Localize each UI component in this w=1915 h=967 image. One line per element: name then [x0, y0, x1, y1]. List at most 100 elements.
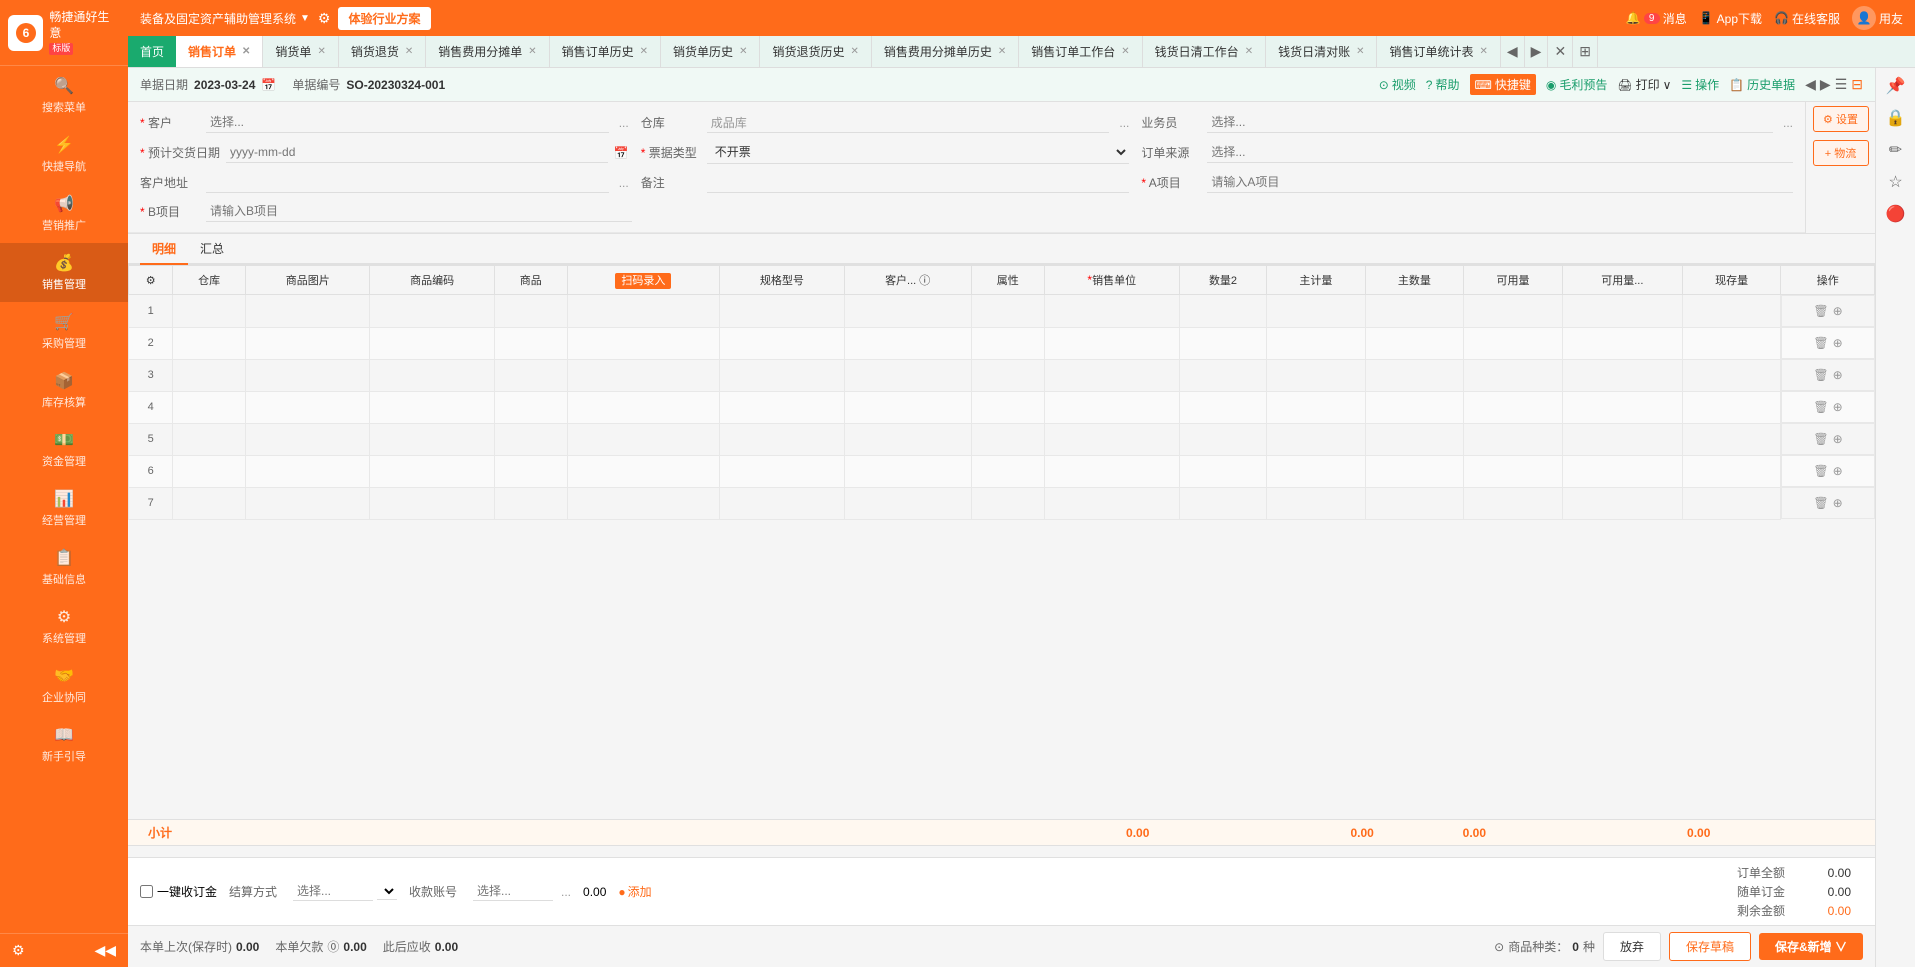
tab-sales-return[interactable]: 销货退货 ✕	[339, 36, 426, 67]
tab-sales-order[interactable]: 销售订单 ✕	[176, 36, 263, 67]
profit-link[interactable]: ◉ 毛利预告	[1546, 76, 1608, 93]
tab-close-icon[interactable]: ✕	[405, 46, 413, 57]
customer-more-icon[interactable]: ...	[619, 116, 629, 130]
tab-close-icon[interactable]: ✕	[640, 46, 648, 57]
th-customer-code[interactable]: 客户... ⓘ	[844, 266, 971, 295]
tab-close-icon[interactable]: ✕	[1356, 46, 1364, 57]
system-name[interactable]: 装备及固定资产辅助管理系统 ▼	[140, 10, 310, 27]
settings-bottom-icon[interactable]: ⚙	[12, 942, 25, 959]
sidebar-item-inventory[interactable]: 📦 库存核算	[0, 361, 128, 420]
th-settings[interactable]: ⚙	[129, 266, 173, 295]
calendar-icon[interactable]: 📅	[261, 78, 276, 92]
panel-star-icon[interactable]: ☆	[1888, 172, 1902, 192]
sidebar-item-purchase[interactable]: 🛒 采购管理	[0, 302, 128, 361]
payment-method-input[interactable]	[293, 882, 373, 901]
panel-pin-icon[interactable]: 📌	[1886, 76, 1906, 96]
th-attributes[interactable]: 属性	[971, 266, 1044, 295]
copy-icon[interactable]: ⊕	[1833, 304, 1843, 318]
view-video-link[interactable]: ⊙ 视频	[1379, 76, 1416, 93]
address-more-icon[interactable]: ...	[619, 176, 629, 190]
tab-close-icon[interactable]: ✕	[528, 46, 536, 57]
tab-close-icon[interactable]: ✕	[317, 46, 325, 57]
tab-sales-expense[interactable]: 销售费用分摊单 ✕	[426, 36, 549, 67]
copy-icon[interactable]: ⊕	[1833, 432, 1843, 446]
summary-tab[interactable]: 汇总	[188, 234, 236, 265]
order-source-input[interactable]	[1207, 142, 1793, 163]
account-more-icon[interactable]: ...	[561, 885, 571, 899]
app-download-item[interactable]: 📱 App下载	[1699, 10, 1762, 27]
th-warehouse[interactable]: 仓库	[173, 266, 246, 295]
collapse-icon[interactable]: ◀◀	[94, 942, 116, 959]
delete-icon[interactable]: 🗑	[1813, 464, 1828, 478]
tab-close-icon[interactable]: ✕	[1121, 46, 1129, 57]
copy-icon[interactable]: ⊕	[1833, 336, 1843, 350]
b-project-input[interactable]	[206, 201, 632, 222]
th-spec[interactable]: 规格型号	[720, 266, 844, 295]
tab-close-icon[interactable]: ✕	[998, 46, 1006, 57]
print-link[interactable]: 🖨 打印 ∨	[1617, 76, 1671, 93]
th-available2[interactable]: 可用量...	[1562, 266, 1682, 295]
copy-icon[interactable]: ⊕	[1833, 368, 1843, 382]
tab-home[interactable]: 首页	[128, 36, 176, 67]
tab-return-history[interactable]: 销货退货历史 ✕	[760, 36, 871, 67]
salesperson-input[interactable]	[1207, 112, 1773, 133]
th-main-unit[interactable]: 主计量	[1267, 266, 1366, 295]
sidebar-item-marketing[interactable]: 📢 营销推广	[0, 184, 128, 243]
delete-icon[interactable]: 🗑	[1813, 336, 1828, 350]
payment-method-select[interactable]	[377, 883, 397, 900]
tab-expense-history[interactable]: 销售费用分摊单历史 ✕	[872, 36, 1019, 67]
tab-close-icon[interactable]: ✕	[242, 46, 250, 57]
copy-icon[interactable]: ⊕	[1833, 464, 1843, 478]
tab-order-workbench[interactable]: 销售订单工作台 ✕	[1019, 36, 1142, 67]
address-input[interactable]	[206, 172, 609, 193]
add-link[interactable]: ● 添加	[618, 883, 651, 900]
delete-icon[interactable]: 🗑	[1813, 432, 1828, 446]
tab-next-btn[interactable]: ▶	[1525, 36, 1549, 67]
user-item[interactable]: 👤 用友	[1852, 6, 1903, 30]
sidebar-item-guide[interactable]: 📖 新手引导	[0, 715, 128, 774]
remark-input[interactable]	[707, 172, 1130, 193]
salesperson-more-icon[interactable]: ...	[1783, 116, 1793, 130]
one-click-checkbox-input[interactable]	[140, 885, 153, 898]
tab-invoice-history[interactable]: 销货单历史 ✕	[661, 36, 760, 67]
sidebar-item-system[interactable]: ⚙ 系统管理	[0, 597, 128, 656]
panel-alert-icon[interactable]: 🔴	[1886, 204, 1906, 224]
sidebar-item-sales[interactable]: 💰 销售管理	[0, 243, 128, 302]
panel-edit-icon[interactable]: ✏	[1889, 140, 1902, 160]
operation-link[interactable]: ☰ 操作	[1681, 76, 1719, 93]
copy-icon[interactable]: ⊕	[1833, 400, 1843, 414]
sidebar-item-operations[interactable]: 📊 经营管理	[0, 479, 128, 538]
tab-order-history[interactable]: 销售订单历史 ✕	[550, 36, 661, 67]
layout-list-icon[interactable]: ◀	[1805, 76, 1816, 93]
online-support-item[interactable]: 🎧 在线客服	[1774, 10, 1840, 27]
tab-close-all-btn[interactable]: ✕	[1548, 36, 1573, 67]
th-scan-input[interactable]: 扫码录入	[567, 266, 720, 295]
warehouse-more-icon[interactable]: ...	[1119, 116, 1129, 130]
warehouse-input[interactable]	[707, 112, 1110, 133]
add-logistics-button[interactable]: + 物流	[1813, 140, 1869, 166]
account-input[interactable]	[473, 882, 553, 901]
tab-close-icon[interactable]: ✕	[1480, 46, 1488, 57]
layout-expand-icon[interactable]: ☰	[1835, 76, 1848, 93]
invoice-select[interactable]: 不开票	[707, 141, 1130, 164]
industry-button[interactable]: 体验行业方案	[338, 7, 430, 30]
notification-item[interactable]: 🔔 9 消息	[1626, 10, 1687, 27]
detail-tab[interactable]: 明细	[140, 234, 188, 265]
save-new-button[interactable]: 保存&新增 ∨	[1759, 933, 1863, 960]
tab-cash-reconcile[interactable]: 钱货日清对账 ✕	[1266, 36, 1377, 67]
tab-close-icon[interactable]: ✕	[850, 46, 858, 57]
th-product-code[interactable]: 商品编码	[370, 266, 494, 295]
th-sales-unit[interactable]: *销售单位	[1044, 266, 1179, 295]
tab-close-icon[interactable]: ✕	[1245, 46, 1253, 57]
save-draft-button[interactable]: 保存草稿	[1669, 932, 1751, 961]
discard-button[interactable]: 放弃	[1603, 932, 1661, 961]
scroll-bar-area[interactable]	[128, 845, 1875, 857]
th-quantity2[interactable]: 数量2	[1179, 266, 1266, 295]
copy-icon[interactable]: ⊕	[1833, 496, 1843, 510]
tab-order-stats[interactable]: 销售订单统计表 ✕	[1377, 36, 1500, 67]
sidebar-item-quick-nav[interactable]: ⚡ 快捷导航	[0, 125, 128, 184]
delete-icon[interactable]: 🗑	[1813, 496, 1828, 510]
panel-lock-icon[interactable]: 🔒	[1886, 108, 1906, 128]
top-settings-icon[interactable]: ⚙	[318, 10, 331, 27]
th-product-image[interactable]: 商品图片	[246, 266, 370, 295]
